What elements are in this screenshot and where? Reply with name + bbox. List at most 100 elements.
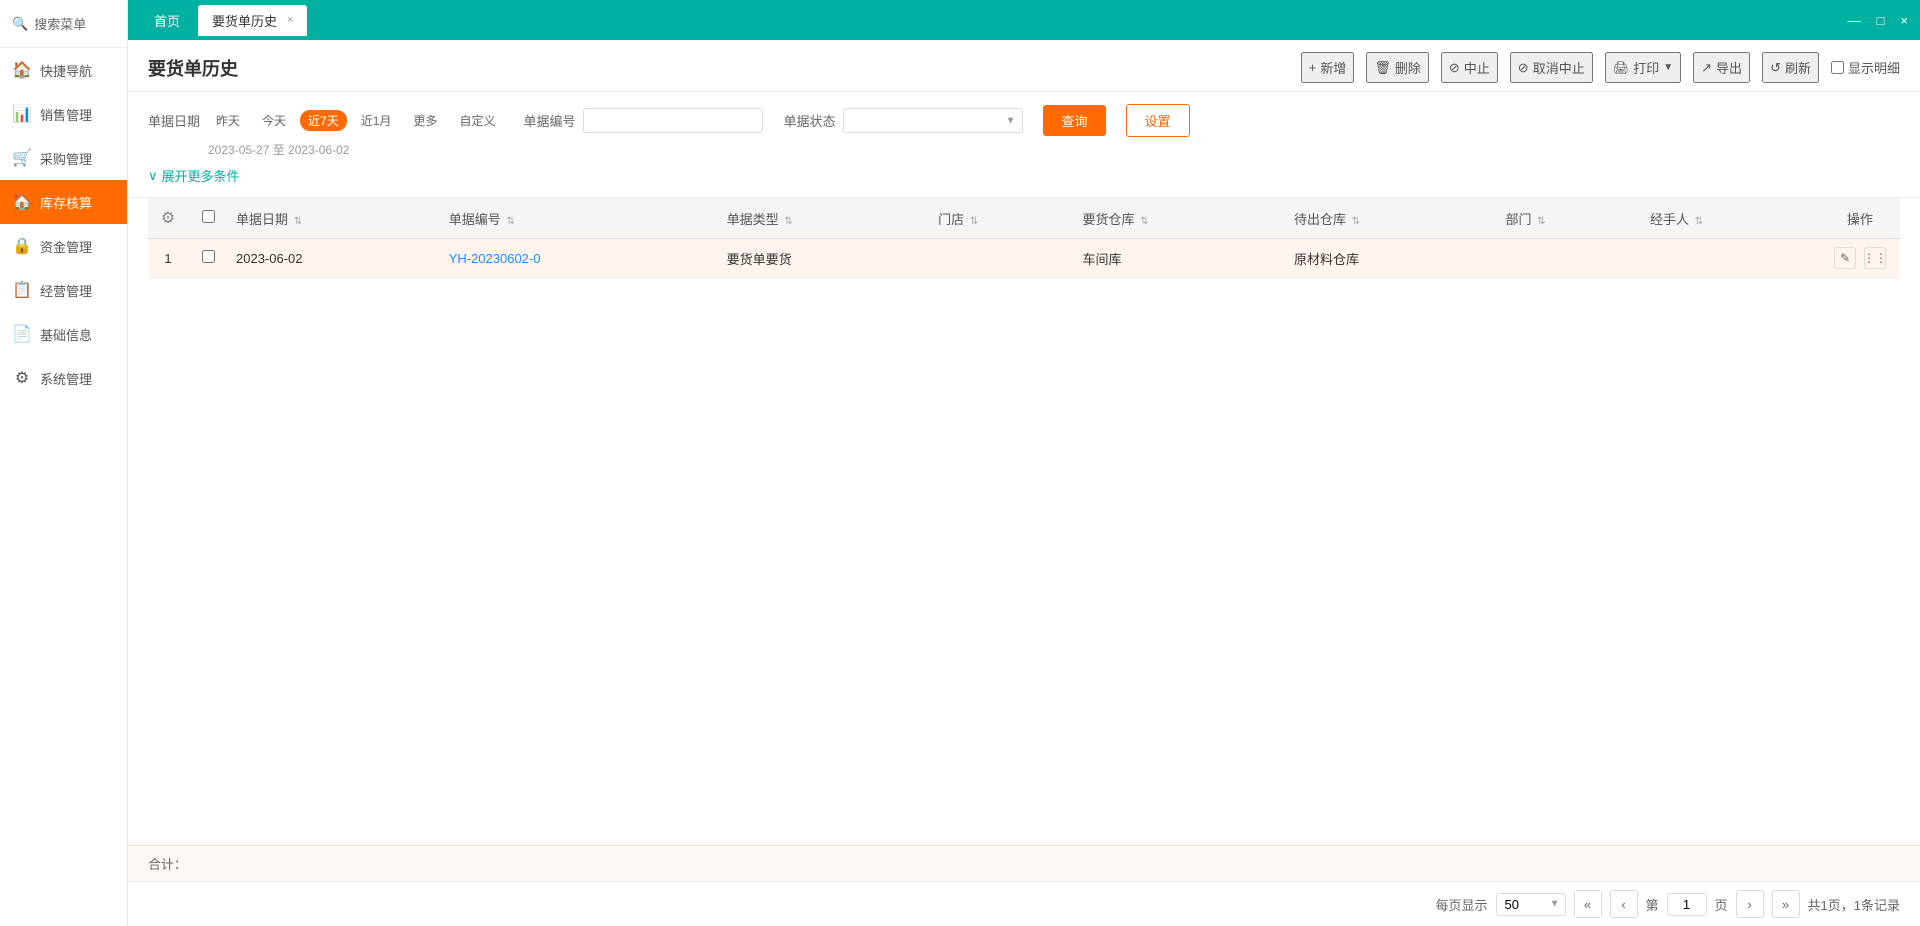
ops-icons: ✎ ⋮⋮ [1828,247,1892,269]
new-button[interactable]: + 新增 [1301,52,1355,83]
window-close-btn[interactable]: × [1900,13,1908,28]
page-size-select[interactable]: 50 100 200 [1496,893,1566,916]
search-icon: 🔍 [12,16,28,32]
store-sort-icon[interactable]: ⇅ [970,216,978,227]
query-button[interactable]: 查询 [1043,105,1105,136]
row-date: 2023-06-02 [228,239,441,278]
topbar-right: — □ × [1848,13,1908,28]
date-filter-label: 单据日期 [148,111,200,130]
refresh-button[interactable]: ↺ 刷新 [1762,52,1819,83]
print-button[interactable]: 🖨 打印 ▼ [1605,52,1681,83]
tab-close-icon[interactable]: × [287,14,293,26]
display-detail-label: 显示明细 [1848,58,1900,77]
sidebar-item-sales[interactable]: 📊 销售管理 [0,92,127,136]
sidebar-item-label: 销售管理 [40,105,92,124]
date-custom-btn[interactable]: 自定义 [451,110,503,131]
status-select[interactable] [843,108,1023,133]
table-footer: 合计： [128,845,1920,881]
cancel-stop-label: 取消中止 [1533,58,1585,77]
filter-row: 单据日期 昨天 今天 近7天 近1月 更多 自定义 单据编号 [148,104,1900,137]
doc-type-sort-icon[interactable]: ⇅ [784,216,792,227]
select-all-checkbox[interactable] [202,210,215,223]
date-more-btn[interactable]: 更多 [405,110,445,131]
doc-no-sort-icon[interactable]: ⇅ [506,216,514,227]
pagination-total-info: 共1页，1条记录 [1808,895,1900,914]
row-edit-icon[interactable]: ✎ [1834,247,1856,269]
settings-button[interactable]: 设置 [1126,104,1190,137]
display-detail-toggle[interactable]: 显示明细 [1831,58,1900,77]
window-minimize-btn[interactable]: — [1848,13,1861,28]
page-next-btn[interactable]: › [1736,890,1764,918]
print-label: 打印 [1633,58,1659,77]
row-doc-no: YH-20230602-0 [441,239,719,278]
cancel-stop-button[interactable]: ⊘ 取消中止 [1510,52,1593,83]
table-body: 1 2023-06-02 YH-20230602-0 要货单要货 车间库 原材料… [148,239,1900,278]
row-checkbox[interactable] [202,250,215,263]
page-number-input[interactable] [1667,893,1707,916]
page-first-btn[interactable]: « [1574,890,1602,918]
sidebar-item-quick-nav[interactable]: 🏠 快捷导航 [0,48,127,92]
chevron-down-icon: ∨ [148,168,158,184]
handler-sort-icon[interactable]: ⇅ [1695,216,1703,227]
col-pending-warehouse: 待出仓库 ⇅ [1286,198,1497,239]
export-button[interactable]: ↗ 导出 [1693,52,1750,83]
new-label: 新增 [1320,58,1346,77]
delete-button[interactable]: 🗑 删除 [1366,52,1429,83]
page-header: 要货单历史 + 新增 🗑 删除 ⊘ 中止 ⊘ 取消中止 [128,40,1920,92]
filter-doc-no: 单据编号 [523,108,763,133]
doc-no-input[interactable] [583,108,763,133]
inventory-icon: 🏠 [12,192,32,212]
display-detail-checkbox[interactable] [1831,61,1844,74]
export-icon: ↗ [1701,60,1712,76]
col-check [188,198,228,239]
row-doc-no-link[interactable]: YH-20230602-0 [449,251,541,266]
sidebar-item-system[interactable]: ⚙ 系统管理 [0,356,127,400]
date-sort-icon[interactable]: ⇅ [294,216,302,227]
department-sort-icon[interactable]: ⇅ [1537,216,1545,227]
date-today-btn[interactable]: 今天 [254,110,294,131]
col-doc-type: 单据类型 ⇅ [719,198,930,239]
page-prefix-label: 第 [1646,895,1659,914]
sidebar-item-inventory[interactable]: 🏠 库存核算 [0,180,127,224]
sidebar-item-finance[interactable]: 🔒 资金管理 [0,224,127,268]
tab-home-label: 首页 [154,11,180,30]
col-doc-no: 单据编号 ⇅ [441,198,719,239]
expand-more-btn[interactable]: ∨ 展开更多条件 [148,166,1900,185]
page-size-wrapper: 50 100 200 [1496,893,1566,916]
sidebar-item-operation[interactable]: 📋 经营管理 [0,268,127,312]
filter-date-options: 昨天 今天 近7天 近1月 更多 自定义 [208,110,503,131]
window-maximize-btn[interactable]: □ [1877,13,1885,28]
row-checkbox-cell [188,239,228,278]
stop-button[interactable]: ⊘ 中止 [1441,52,1498,83]
topbar: 首页 要货单历史 × — □ × [128,0,1920,40]
cancel-stop-icon: ⊘ [1518,60,1529,76]
sidebar-item-purchase[interactable]: 🛒 采购管理 [0,136,127,180]
sidebar-search[interactable]: 🔍 搜索菜单 [0,0,127,48]
page-last-btn[interactable]: » [1772,890,1800,918]
req-warehouse-sort-icon[interactable]: ⇅ [1140,216,1148,227]
footer-total-label: 合计： [148,854,187,873]
refresh-icon: ↺ [1770,60,1781,76]
sidebar-item-label: 采购管理 [40,149,92,168]
row-more-icon[interactable]: ⋮⋮ [1864,247,1886,269]
page-prev-btn[interactable]: ‹ [1610,890,1638,918]
row-pending-warehouse: 原材料仓库 [1286,239,1497,278]
date-7days-btn[interactable]: 近7天 [300,110,347,131]
col-handler: 经手人 ⇅ [1642,198,1820,239]
row-store [930,239,1074,278]
column-settings-icon[interactable]: ⚙ [161,210,175,227]
tab-requisition-history[interactable]: 要货单历史 × [198,5,307,36]
filter-area: 单据日期 昨天 今天 近7天 近1月 更多 自定义 单据编号 [128,92,1920,198]
col-store: 门店 ⇅ [930,198,1074,239]
header-actions: + 新增 🗑 删除 ⊘ 中止 ⊘ 取消中止 🖨 打印 [1301,52,1900,83]
sidebar-item-label: 库存核算 [40,193,92,212]
pending-warehouse-sort-icon[interactable]: ⇅ [1352,216,1360,227]
table-area: ⚙ 单据日期 ⇅ 单据编号 ⇅ [128,198,1920,845]
date-1month-btn[interactable]: 近1月 [353,110,400,131]
expand-more-label: 展开更多条件 [162,166,240,185]
doc-icon: 📄 [12,324,32,344]
sidebar-item-basic[interactable]: 📄 基础信息 [0,312,127,356]
row-index: 1 [148,239,188,278]
tab-home[interactable]: 首页 [140,5,194,36]
date-yesterday-btn[interactable]: 昨天 [208,110,248,131]
